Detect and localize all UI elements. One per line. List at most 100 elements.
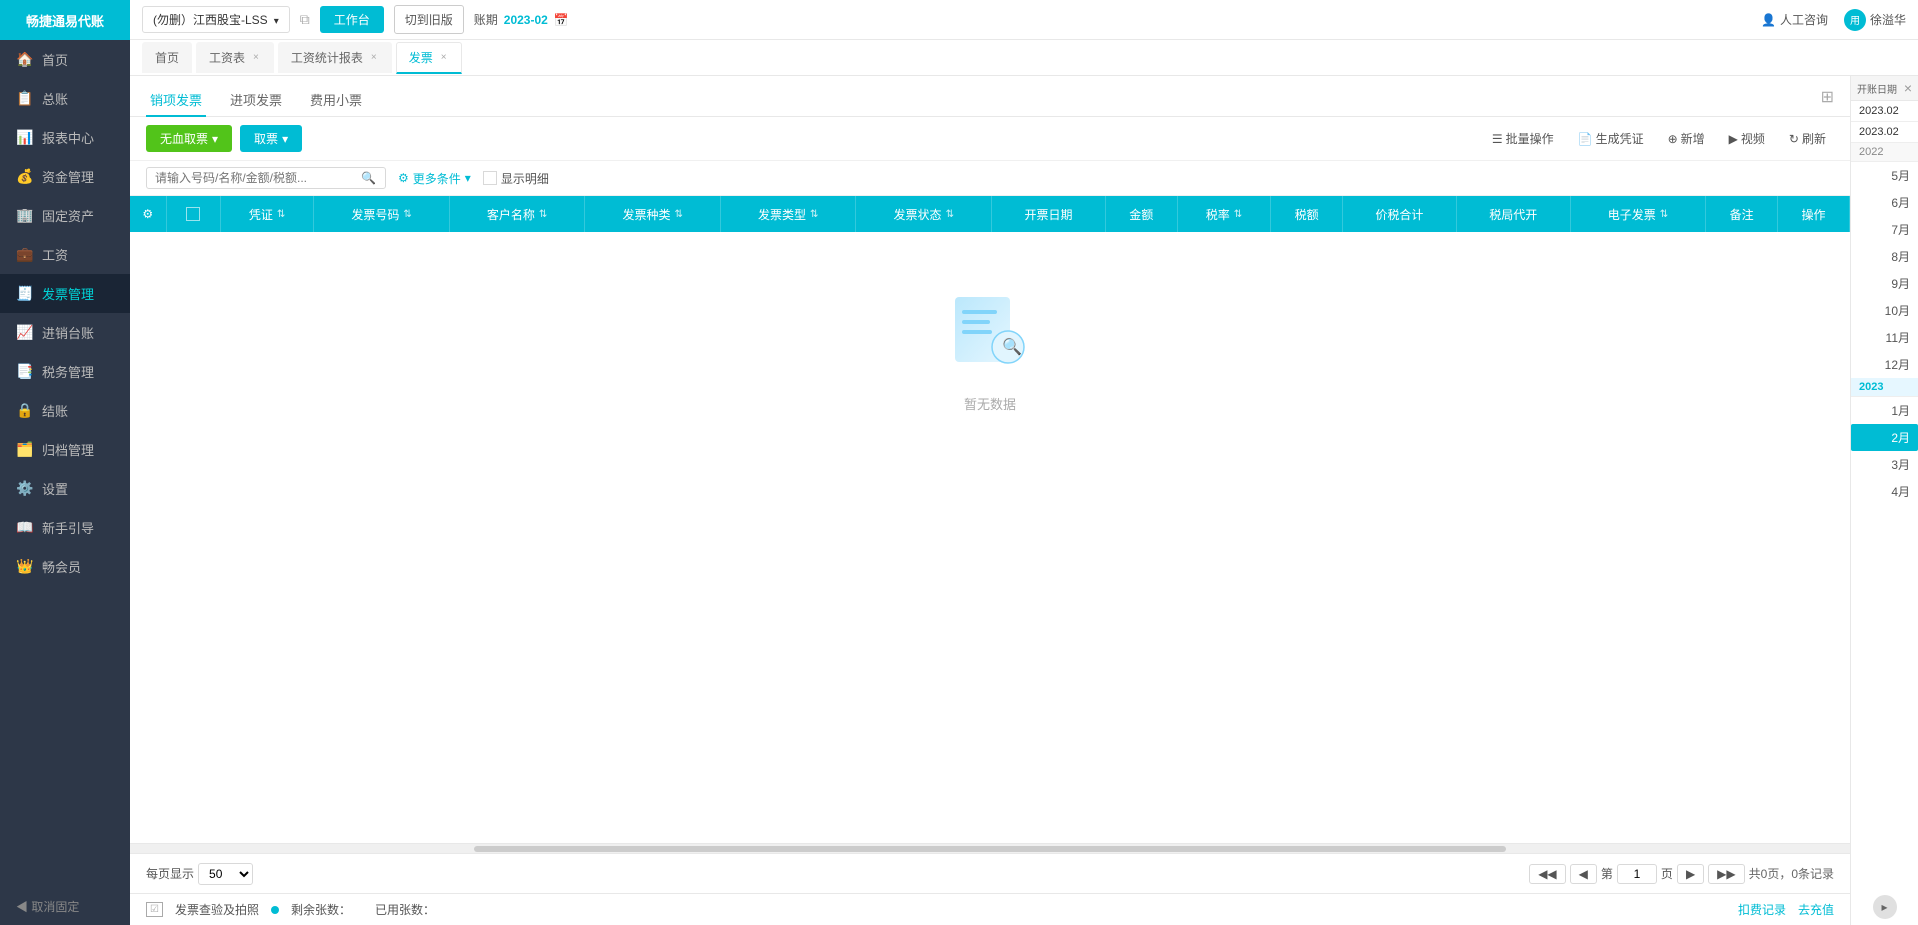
sidebar-collapse[interactable]: ◀ 取消固定 xyxy=(0,888,130,925)
support-link[interactable]: 👤 人工咨询 xyxy=(1761,11,1828,28)
recharge-link[interactable]: 去充值 xyxy=(1798,901,1834,918)
tab-invoice-close[interactable]: × xyxy=(439,51,449,64)
take-ticket-button[interactable]: 取票 ▾ xyxy=(240,125,302,152)
sidebar-item-guide[interactable]: 📖 新手引导 xyxy=(0,508,130,547)
sub-tab-sales-invoice[interactable]: 销项发票 xyxy=(146,84,206,117)
gen-voucher-label: 生成凭证 xyxy=(1596,130,1644,147)
sidebar-item-settings[interactable]: ⚙️ 设置 xyxy=(0,469,130,508)
video-button[interactable]: ▶ 视频 xyxy=(1721,125,1773,152)
sidebar-item-label: 税务管理 xyxy=(42,362,94,381)
table-header-checkbox[interactable] xyxy=(166,196,220,232)
month-8-2022[interactable]: 8月 xyxy=(1851,243,1918,270)
show-detail-toggle[interactable]: 显示明细 xyxy=(483,170,549,187)
tab-home[interactable]: 首页 xyxy=(142,42,192,73)
date-panel-toggle-icon[interactable]: ▸ xyxy=(1873,895,1897,919)
per-page-label: 每页显示 xyxy=(146,865,194,882)
no-tax-ticket-button[interactable]: 无血取票 ▾ xyxy=(146,125,232,152)
sidebar-item-invoice[interactable]: 🧾 发票管理 xyxy=(0,274,130,313)
sidebar-item-label: 设置 xyxy=(42,479,68,498)
sort-icon: ⇅ xyxy=(277,209,285,220)
batch-op-button[interactable]: ☰ 批量操作 xyxy=(1484,125,1562,152)
sidebar-item-close-account[interactable]: 🔒 结账 xyxy=(0,391,130,430)
month-9-2022[interactable]: 9月 xyxy=(1851,270,1918,297)
table-header-invoice-type2[interactable]: 发票类型⇅ xyxy=(720,196,856,232)
month-1-2023[interactable]: 1月 xyxy=(1851,397,1918,424)
table-header-electronic[interactable]: 电子发票⇅ xyxy=(1570,196,1706,232)
month-11-2022[interactable]: 11月 xyxy=(1851,324,1918,351)
new-button[interactable]: ⊕ 新增 xyxy=(1660,125,1713,152)
company-selector[interactable]: (勿删）江西股宝-LSS xyxy=(142,6,290,33)
date-period-row-2[interactable]: 2023.02 xyxy=(1851,122,1918,143)
user-profile[interactable]: 用 徐溢华 xyxy=(1844,9,1906,31)
sidebar-item-archive[interactable]: 🗂️ 归档管理 xyxy=(0,430,130,469)
sub-tab-purchase-invoice[interactable]: 进项发票 xyxy=(226,84,286,117)
svg-text:🔍: 🔍 xyxy=(1002,336,1022,356)
batch-label: 批量操作 xyxy=(1506,130,1554,147)
sidebar-item-salary[interactable]: 💼 工资 xyxy=(0,235,130,274)
gen-voucher-button[interactable]: 📄 生成凭证 xyxy=(1570,125,1652,152)
remaining-label: 剩余张数： xyxy=(291,901,351,918)
table-header-invoice-status[interactable]: 发票状态⇅ xyxy=(856,196,992,232)
table-header-invoice-no[interactable]: 发票号码⇅ xyxy=(314,196,450,232)
horizontal-scrollbar[interactable] xyxy=(130,843,1850,853)
tab-salary-stats[interactable]: 工资统计报表 × xyxy=(278,42,392,73)
tab-salary-table[interactable]: 工资表 × xyxy=(196,42,274,73)
month-7-2022[interactable]: 7月 xyxy=(1851,216,1918,243)
sidebar-item-home[interactable]: 🏠 首页 xyxy=(0,40,130,79)
month-2-2023[interactable]: 2月 xyxy=(1851,424,1918,451)
prev-page-button[interactable]: ◀ xyxy=(1570,864,1597,884)
sidebar-item-membership[interactable]: 👑 畅会员 xyxy=(0,547,130,586)
last-page-button[interactable]: ▶▶ xyxy=(1708,864,1744,884)
pagination-bar: 每页显示 50 10 20 100 ◀◀ ◀ 第 页 ▶ ▶▶ xyxy=(130,853,1850,893)
page-number-input[interactable] xyxy=(1617,864,1657,884)
date-period-row-1[interactable]: 2023.02 xyxy=(1851,101,1918,122)
per-page: 每页显示 50 10 20 100 xyxy=(146,863,253,885)
date-panel-arrow-btn[interactable]: ▸ xyxy=(1851,889,1918,925)
table-header-customer[interactable]: 客户名称⇅ xyxy=(449,196,585,232)
table-header-tax-rate[interactable]: 税率⇅ xyxy=(1177,196,1271,232)
search-input-wrap[interactable]: 🔍 xyxy=(146,167,386,189)
sidebar-item-tax[interactable]: 📑 税务管理 xyxy=(0,352,130,391)
sidebar-item-sales-ledger[interactable]: 📈 进销台账 xyxy=(0,313,130,352)
table-header-invoice-type1[interactable]: 发票种类⇅ xyxy=(585,196,721,232)
filter-button[interactable]: ⚙ 更多条件 ▾ xyxy=(398,170,471,187)
month-10-2022[interactable]: 10月 xyxy=(1851,297,1918,324)
ledger-icon: 📋 xyxy=(16,90,34,107)
sidebar-item-ledger[interactable]: 📋 总账 xyxy=(0,79,130,118)
date-panel-close[interactable]: × xyxy=(1904,80,1912,96)
assets-icon: 🏢 xyxy=(16,207,34,224)
sub-tab-expense-receipt[interactable]: 费用小票 xyxy=(306,84,366,117)
copy-icon[interactable]: ⧉ xyxy=(300,11,310,28)
show-detail-checkbox[interactable] xyxy=(483,171,497,185)
grid-view-icon[interactable]: ⊞ xyxy=(1821,87,1834,107)
sidebar-item-funds[interactable]: 💰 资金管理 xyxy=(0,157,130,196)
next-page-button[interactable]: ▶ xyxy=(1677,864,1704,884)
month-6-2022[interactable]: 6月 xyxy=(1851,189,1918,216)
verify-label: 发票查验及拍照 xyxy=(175,901,259,918)
deduct-record-link[interactable]: 扣费记录 xyxy=(1738,901,1786,918)
month-3-2023[interactable]: 3月 xyxy=(1851,451,1918,478)
verify-icon: ☑ xyxy=(146,902,163,917)
empty-state: 🔍 暂无数据 xyxy=(130,232,1850,473)
month-4-2023[interactable]: 4月 xyxy=(1851,478,1918,505)
tab-invoice[interactable]: 发票 × xyxy=(396,42,462,74)
new-icon: ⊕ xyxy=(1668,132,1678,146)
switch-old-button[interactable]: 切到旧版 xyxy=(394,5,464,34)
table-header-settings[interactable]: ⚙ xyxy=(130,196,166,232)
sidebar-item-reports[interactable]: 📊 报表中心 xyxy=(0,118,130,157)
per-page-select[interactable]: 50 10 20 100 xyxy=(198,863,253,885)
first-page-button[interactable]: ◀◀ xyxy=(1529,864,1565,884)
table-header-voucher[interactable]: 凭证⇅ xyxy=(220,196,314,232)
sidebar-item-assets[interactable]: 🏢 固定资产 xyxy=(0,196,130,235)
tab-salary-stats-close[interactable]: × xyxy=(369,51,379,64)
table-container: ⚙ 凭证⇅ 发票号码⇅ 客户名 xyxy=(130,196,1850,843)
sort-icon: ⇅ xyxy=(1660,209,1668,220)
tab-salary-close[interactable]: × xyxy=(251,51,261,64)
month-12-2022[interactable]: 12月 xyxy=(1851,351,1918,378)
month-5-2022[interactable]: 5月 xyxy=(1851,162,1918,189)
refresh-button[interactable]: ↻ 刷新 xyxy=(1781,125,1834,152)
period-value: 2023-02 xyxy=(504,13,548,27)
search-input[interactable] xyxy=(155,171,355,185)
video-icon: ▶ xyxy=(1729,132,1738,146)
workbench-button[interactable]: 工作台 xyxy=(320,6,384,33)
